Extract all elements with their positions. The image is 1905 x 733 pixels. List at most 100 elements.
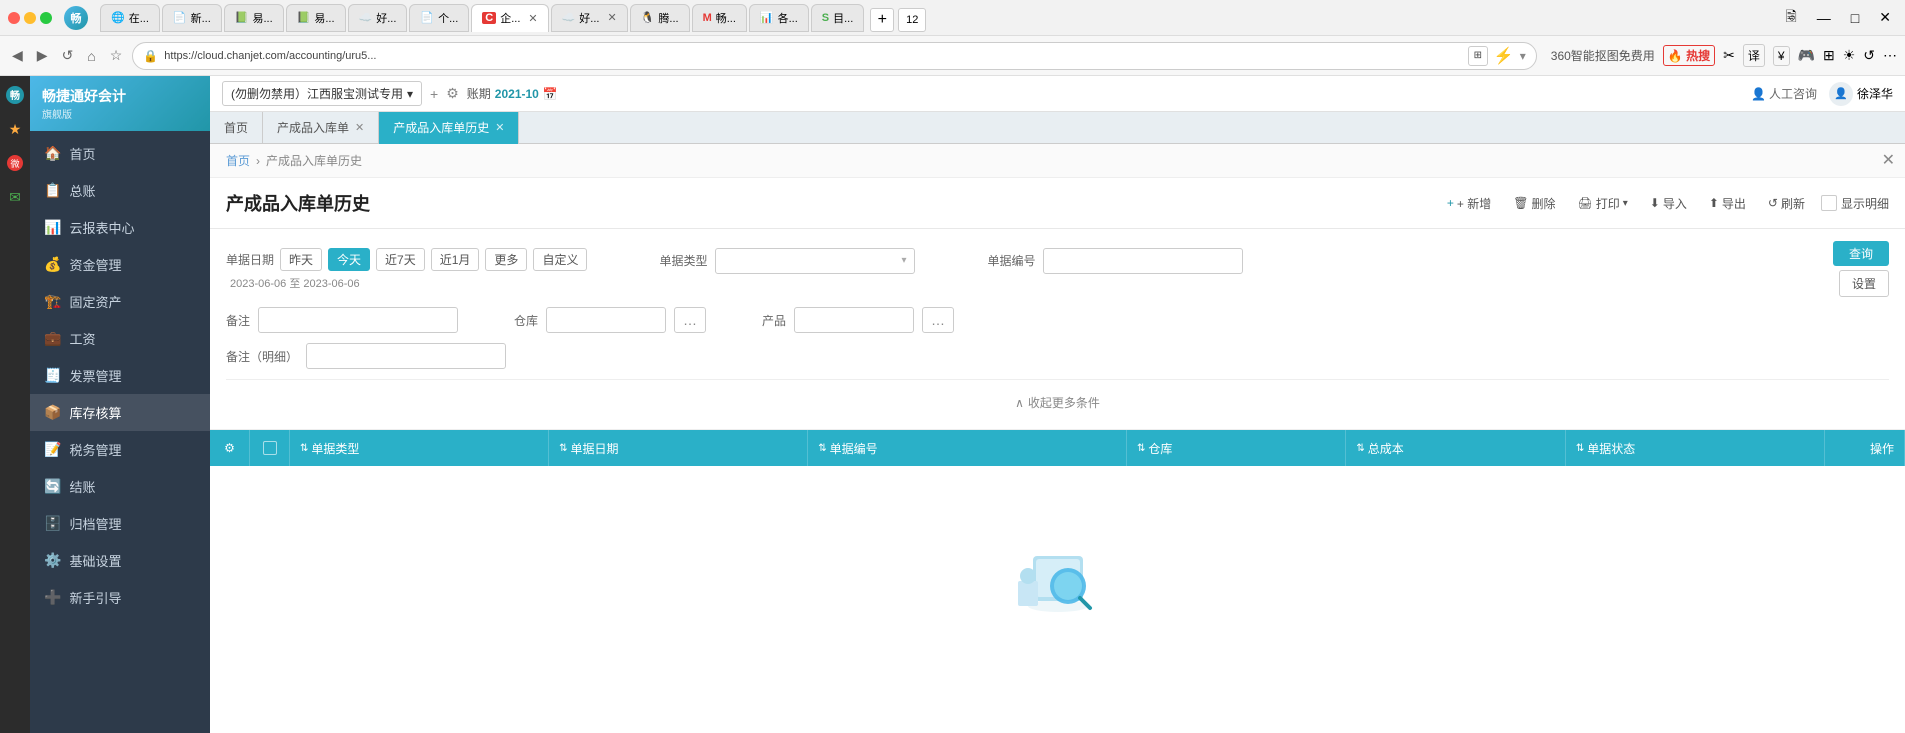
browser-tab-1[interactable]: 🌐 在... [100,4,160,32]
breadcrumb-home[interactable]: 首页 [226,152,250,169]
tab-list[interactable]: 产成品入库单 ✕ [263,112,379,144]
th-settings[interactable]: ⚙ [210,430,250,466]
back-button[interactable]: ◀ [8,43,27,68]
note-input[interactable] [258,307,458,333]
refresh-button[interactable]: ↺ [58,43,78,68]
grid-icon[interactable]: ⊞ [1823,47,1835,64]
game-icon[interactable]: 🎮 [1798,47,1815,64]
translate-icon[interactable]: 译 [1743,44,1765,67]
browser-tab-3[interactable]: 📗 易... [224,4,284,32]
rmb-icon[interactable]: ¥ [1773,46,1790,66]
th-cost[interactable]: ⇅ 总成本 [1346,430,1565,466]
home-button[interactable]: ⌂ [83,44,99,68]
settings-icon[interactable]: ⋯ [1883,47,1897,64]
print-btn[interactable]: 🖨 打印 ▾ [1571,192,1633,215]
add-company-btn[interactable]: + [430,86,438,102]
date-btn-today[interactable]: 今天 [328,248,370,271]
search-button[interactable]: 查询 [1833,241,1889,266]
tab-7-close[interactable]: ✕ [528,12,537,25]
date-btn-custom[interactable]: 自定义 [533,248,587,271]
sidebar-item-fixed[interactable]: 🏗️ 固定资产 [30,283,210,320]
window-maximize[interactable] [40,12,52,24]
calendar-icon[interactable]: 📅 [543,87,558,101]
sidebar-item-basic[interactable]: ⚙️ 基础设置 [30,542,210,579]
user-avatar-area[interactable]: 👤 徐泽华 [1829,82,1893,106]
window-close[interactable] [8,12,20,24]
hot-search-badge[interactable]: 🔥 热搜 [1663,45,1715,66]
downloads-icon[interactable]: ⚡ [1494,46,1514,66]
close-btn[interactable]: ✕ [1873,7,1897,28]
chanjet-icon[interactable]: 畅 [2,82,28,108]
window-minimize[interactable] [24,12,36,24]
sidebar-item-ledger[interactable]: 📋 总账 [30,172,210,209]
mail-icon[interactable]: ✉ [2,184,28,210]
th-checkbox[interactable] [250,430,290,466]
warehouse-ellipsis[interactable]: … [674,307,706,333]
browser-tab-7[interactable]: C 企... ✕ [471,4,548,32]
bookmark-button[interactable]: ☆ [106,43,127,68]
browser-tab-11[interactable]: 📊 各... [749,4,809,32]
setting-button[interactable]: 设置 [1839,270,1889,297]
display-switch[interactable]: 显示明细 [1821,195,1889,212]
theme-icon[interactable]: ☀ [1843,47,1856,64]
address-dropdown[interactable]: ▾ [1520,49,1526,63]
user-service-btn[interactable]: 👤 人工咨询 [1751,85,1817,102]
browser-tab-5[interactable]: ☁️ 好... [348,4,408,32]
product-ellipsis[interactable]: … [922,307,954,333]
tab-list-close[interactable]: ✕ [355,121,364,134]
browser-tab-9[interactable]: 🐧 腾... [630,4,690,32]
collapse-btn[interactable]: ∧ 收起更多条件 [1009,388,1106,417]
sidebar-item-inventory[interactable]: 📦 库存核算 [30,394,210,431]
date-btn-1month[interactable]: 近1月 [431,248,480,271]
refresh-btn[interactable]: ↺ 刷新 [1762,192,1811,215]
delete-btn[interactable]: 🗑 删除 [1507,192,1561,215]
sidebar-item-salary[interactable]: 💼 工资 [30,320,210,357]
th-type[interactable]: ⇅ 单据类型 [290,430,549,466]
minimize-btn[interactable]: — [1811,8,1837,28]
maximize-btn[interactable]: □ [1845,8,1865,28]
voucher-number-input[interactable] [1043,248,1243,274]
sidebar-item-settle[interactable]: 🔄 结账 [30,468,210,505]
th-number[interactable]: ⇅ 单据编号 [808,430,1127,466]
browser-tab-8[interactable]: ☁️ 好... ✕ [551,4,628,32]
restore-icon[interactable]: 🗟 [1780,4,1803,32]
undo-icon[interactable]: ↺ [1863,47,1875,64]
note-detail-input[interactable] [306,343,506,369]
select-all-checkbox[interactable] [263,441,277,455]
browser-tab-6[interactable]: 📄 个... [409,4,469,32]
th-status[interactable]: ⇅ 单据状态 [1566,430,1825,466]
display-checkbox[interactable] [1821,195,1837,211]
settings-company-btn[interactable]: ⚙ [446,85,459,102]
add-btn[interactable]: + + 新增 [1441,192,1497,215]
sidebar-item-archive[interactable]: 🗄️ 归档管理 [30,505,210,542]
forward-button[interactable]: ▶ [33,43,52,68]
browser-tab-2[interactable]: 📄 新... [162,4,222,32]
browser-tab-10[interactable]: M 畅... [692,4,747,32]
sidebar-item-funds[interactable]: 💰 资金管理 [30,246,210,283]
close-panel-btn[interactable]: ✕ [1872,144,1905,176]
tab-history[interactable]: 产成品入库单历史 ✕ [379,112,519,144]
tab-home[interactable]: 首页 [210,112,263,144]
address-bar[interactable]: 🔒 https://cloud.chanjet.com/accounting/u… [132,42,1536,70]
sidebar-item-tax[interactable]: 📝 税务管理 [30,431,210,468]
sidebar-item-newentry[interactable]: ➕ 新手引导 [30,579,210,616]
sidebar-item-home[interactable]: 🏠 首页 [30,135,210,172]
scissors-icon[interactable]: ✂ [1723,47,1735,64]
sidebar-item-invoice[interactable]: 🧾 发票管理 [30,357,210,394]
th-date[interactable]: ⇅ 单据日期 [549,430,808,466]
voucher-type-select[interactable]: ▾ [715,248,915,274]
browser-tab-4[interactable]: 📗 易... [286,4,346,32]
tab-count-badge[interactable]: 12 [898,8,926,32]
company-selector[interactable]: (勿删勿禁用）江西服宝测试专用 ▾ [222,81,422,106]
weibo-icon[interactable]: 微 [2,150,28,176]
date-btn-7days[interactable]: 近7天 [376,248,425,271]
new-tab-button[interactable]: + [870,8,894,32]
extension-btn[interactable]: ⊞ [1468,46,1488,66]
browser-tab-12[interactable]: S 目... [811,4,865,32]
sidebar-item-reports[interactable]: 📊 云报表中心 [30,209,210,246]
tab-8-close[interactable]: ✕ [607,11,616,24]
star-icon[interactable]: ★ [2,116,28,142]
th-warehouse[interactable]: ⇅ 仓库 [1127,430,1346,466]
tab-history-close[interactable]: ✕ [495,121,504,134]
warehouse-input[interactable] [546,307,666,333]
